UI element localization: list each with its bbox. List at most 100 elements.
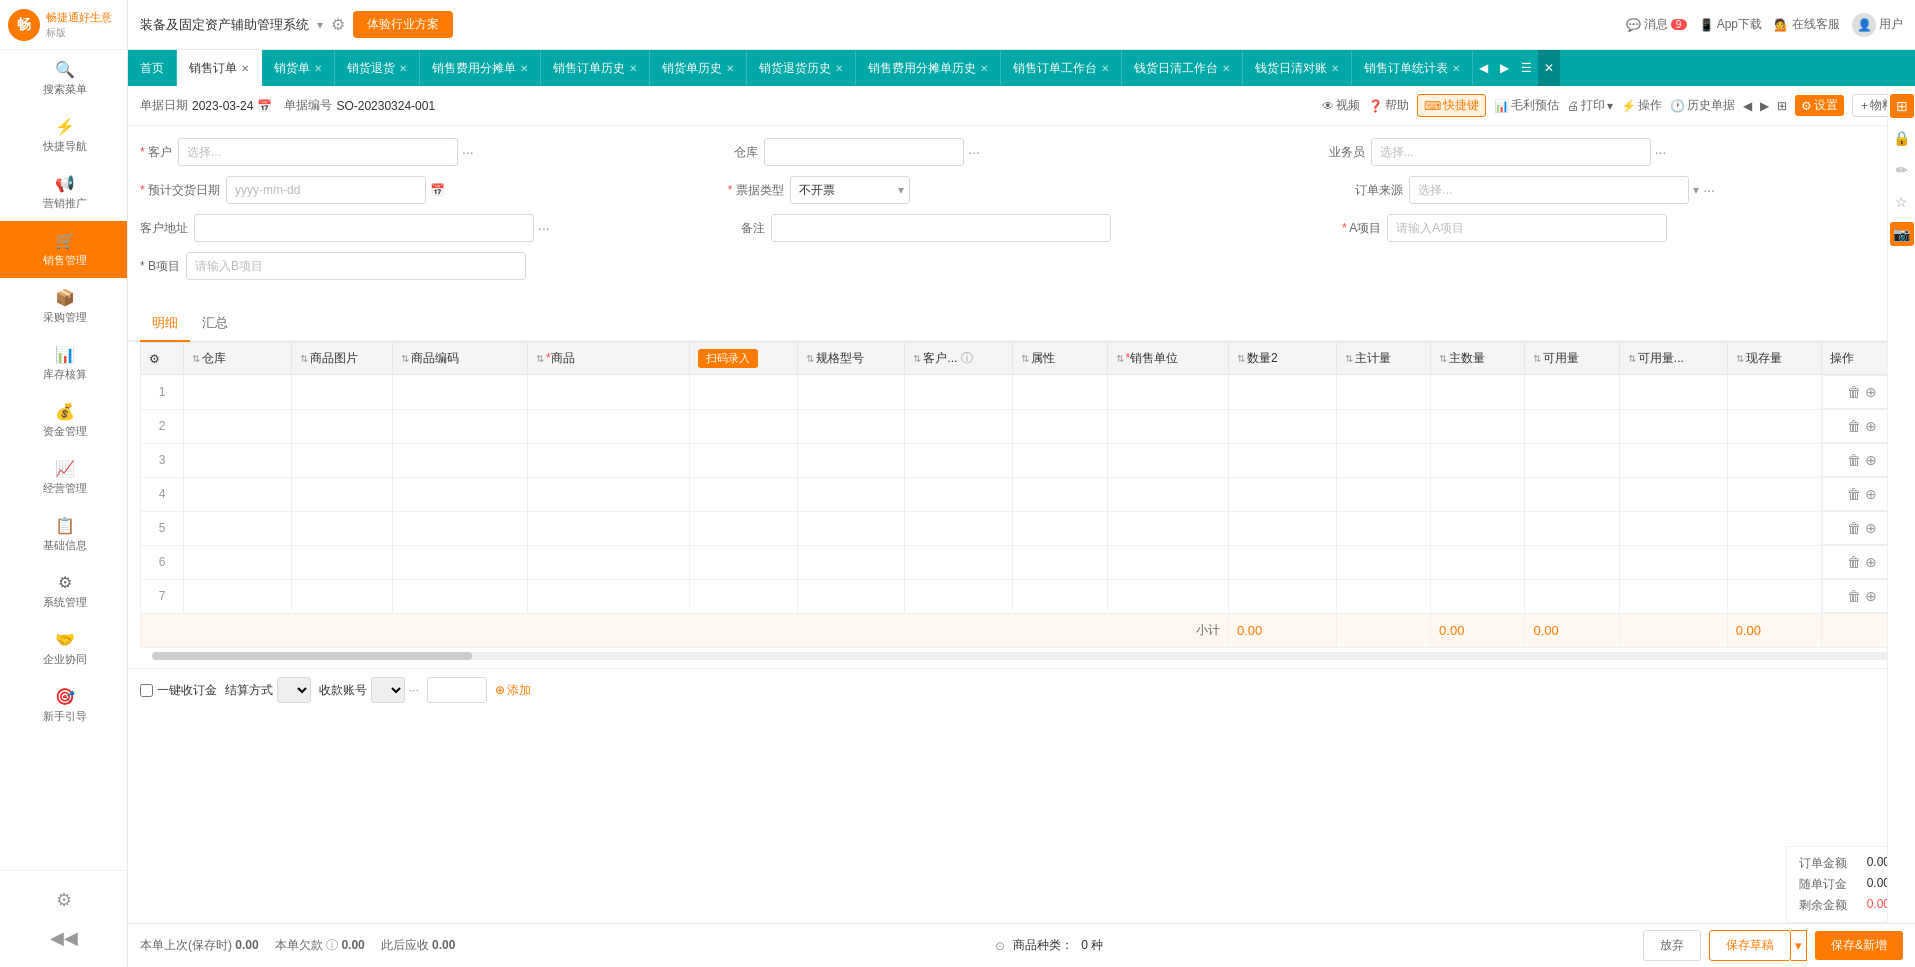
account-select[interactable]: [371, 677, 405, 703]
row-7-available2[interactable]: [1619, 579, 1727, 614]
row-2-current[interactable]: [1727, 409, 1821, 443]
tab-next[interactable]: ▶: [1494, 50, 1515, 86]
row-1-unit[interactable]: [1107, 375, 1228, 410]
row-6-warehouse[interactable]: [184, 545, 292, 579]
sidebar-item-operations[interactable]: 📈 经营管理: [0, 449, 127, 506]
row-5-image[interactable]: [291, 511, 392, 545]
row-7-delete-btn[interactable]: 🗑: [1847, 584, 1861, 608]
row-7-copy-btn[interactable]: ⊕: [1865, 584, 1877, 608]
row-2-unit[interactable]: [1107, 409, 1228, 443]
row-5-available2[interactable]: [1619, 511, 1727, 545]
sort-warehouse-icon[interactable]: ⇅: [192, 353, 200, 364]
tab-close-all[interactable]: ✕: [1538, 50, 1560, 86]
sort-current-icon[interactable]: ⇅: [1736, 353, 1744, 364]
sidebar-item-finance[interactable]: 💰 资金管理: [0, 392, 127, 449]
row-2-available[interactable]: [1525, 409, 1619, 443]
row-6-spec[interactable]: [797, 545, 905, 579]
tab-detail[interactable]: 明细: [140, 306, 190, 342]
nav-prev-btn[interactable]: ◀: [1743, 99, 1752, 113]
sidebar-item-search[interactable]: 🔍 搜索菜单: [0, 50, 127, 107]
row-6-main-unit[interactable]: [1336, 545, 1430, 579]
row-3-current[interactable]: [1727, 443, 1821, 477]
sidebar-item-purchase[interactable]: 📦 采购管理: [0, 278, 127, 335]
row-1-customer-code[interactable]: [905, 375, 1013, 410]
row-5-available[interactable]: [1525, 511, 1619, 545]
warehouse-input[interactable]: 成品库: [764, 138, 964, 166]
sort-spec-icon[interactable]: ⇅: [806, 353, 814, 364]
horizontal-scrollbar[interactable]: [152, 652, 1891, 660]
system-dropdown-icon[interactable]: ▾: [317, 18, 323, 32]
tab-sales-order-close[interactable]: ✕: [241, 63, 249, 74]
row-3-attr[interactable]: [1013, 443, 1107, 477]
sidebar-item-inventory[interactable]: 📊 库存核算: [0, 335, 127, 392]
row-6-delete-btn[interactable]: 🗑: [1847, 550, 1861, 574]
sort-attr-icon[interactable]: ⇅: [1021, 353, 1029, 364]
tab-sales[interactable]: 销货单 ✕: [262, 50, 335, 86]
row-1-current[interactable]: [1727, 375, 1821, 410]
calendar-icon[interactable]: 📅: [257, 99, 272, 113]
row-5-attr[interactable]: [1013, 511, 1107, 545]
order-source-dropdown-icon[interactable]: ▾: [1693, 183, 1699, 197]
row-4-warehouse[interactable]: [184, 477, 292, 511]
row-6-available[interactable]: [1525, 545, 1619, 579]
tab-prev[interactable]: ◀: [1473, 50, 1494, 86]
sort-qty2-icon[interactable]: ⇅: [1237, 353, 1245, 364]
product-types-icon[interactable]: ⊙: [995, 939, 1005, 953]
row-2-main-unit[interactable]: [1336, 409, 1430, 443]
tab-sales-return-history-close[interactable]: ✕: [835, 63, 843, 74]
row-5-delete-btn[interactable]: 🗑: [1847, 516, 1861, 540]
right-panel-camera-btn[interactable]: 📷: [1890, 222, 1914, 246]
sort-image-icon[interactable]: ⇅: [300, 353, 308, 364]
shortcut-btn[interactable]: ⌨ 快捷键: [1417, 94, 1486, 117]
row-5-current[interactable]: [1727, 511, 1821, 545]
save-draft-dropdown-btn[interactable]: ▾: [1791, 930, 1807, 961]
row-5-code[interactable]: [393, 511, 528, 545]
row-4-code[interactable]: [393, 477, 528, 511]
row-3-copy-btn[interactable]: ⊕: [1865, 448, 1877, 472]
row-4-available[interactable]: [1525, 477, 1619, 511]
add-account-btn[interactable]: ⊕ 添加: [495, 682, 531, 699]
solution-btn[interactable]: 体验行业方案: [353, 11, 453, 38]
row-7-code[interactable]: [393, 579, 528, 614]
row-4-qty2[interactable]: [1228, 477, 1336, 511]
row-2-delete-btn[interactable]: 🗑: [1847, 414, 1861, 438]
sidebar-settings-btn[interactable]: ⚙: [48, 881, 80, 919]
current-order-info-icon[interactable]: ⓘ: [326, 938, 338, 952]
tab-sales-fee-history-close[interactable]: ✕: [980, 63, 988, 74]
order-number-value[interactable]: SO-20230324-001: [336, 99, 435, 113]
row-3-main-qty[interactable]: [1431, 443, 1525, 477]
tab-sales-close[interactable]: ✕: [314, 63, 322, 74]
address-more-icon[interactable]: ···: [538, 220, 550, 236]
row-6-copy-btn[interactable]: ⊕: [1865, 550, 1877, 574]
online-service-btn[interactable]: 💁 在线客服: [1774, 16, 1840, 33]
address-input[interactable]: [194, 214, 534, 242]
row-7-unit[interactable]: [1107, 579, 1228, 614]
row-5-product[interactable]: [527, 511, 689, 545]
sort-available2-icon[interactable]: ⇅: [1628, 353, 1636, 364]
delivery-date-input[interactable]: [226, 176, 426, 204]
row-7-product[interactable]: [527, 579, 689, 614]
row-1-attr[interactable]: [1013, 375, 1107, 410]
row-6-code[interactable]: [393, 545, 528, 579]
profit-btn[interactable]: 📊 毛利预估: [1494, 97, 1559, 114]
row-3-code[interactable]: [393, 443, 528, 477]
row-4-customer-code[interactable]: [905, 477, 1013, 511]
row-1-qty2[interactable]: [1228, 375, 1336, 410]
grid-view-btn[interactable]: ⊞: [1777, 99, 1787, 113]
row-4-product[interactable]: [527, 477, 689, 511]
tab-sales-return-close[interactable]: ✕: [399, 63, 407, 74]
tab-sales-workbench-close[interactable]: ✕: [1101, 63, 1109, 74]
tab-sales-fee-history[interactable]: 销售费用分摊单历史 ✕: [856, 50, 1001, 86]
ticket-type-dropdown-icon[interactable]: ▾: [898, 183, 904, 197]
tab-sales-order-history[interactable]: 销售订单历史 ✕: [541, 50, 650, 86]
account-more-icon[interactable]: ···: [409, 683, 419, 697]
quick-pay-checkbox[interactable]: 一键收订金: [140, 682, 217, 699]
row-5-copy-btn[interactable]: ⊕: [1865, 516, 1877, 540]
row-2-attr[interactable]: [1013, 409, 1107, 443]
tab-summary[interactable]: 汇总: [190, 306, 240, 342]
row-7-attr[interactable]: [1013, 579, 1107, 614]
row-5-warehouse[interactable]: [184, 511, 292, 545]
row-7-spec[interactable]: [797, 579, 905, 614]
history-btn[interactable]: 🕐 历史单据: [1670, 97, 1735, 114]
row-1-product[interactable]: [527, 375, 689, 410]
